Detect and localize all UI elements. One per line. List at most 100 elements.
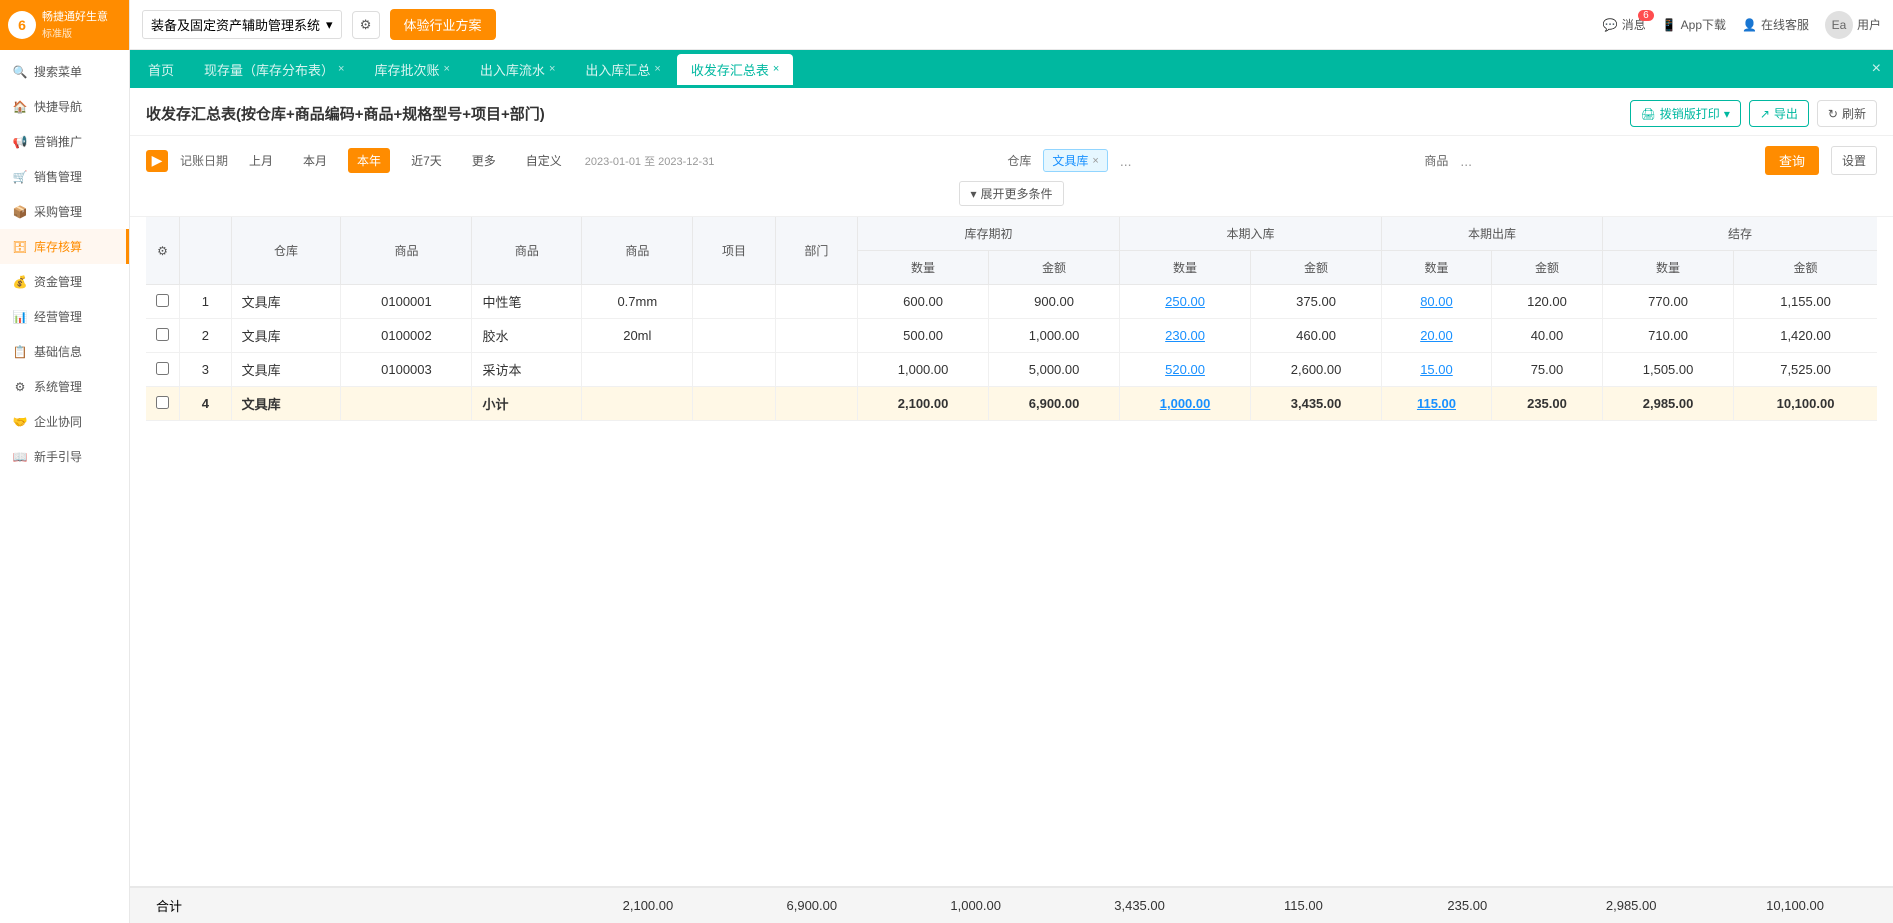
row-checkbox-2[interactable] bbox=[146, 353, 180, 387]
filter-row-2: ▾ 展开更多条件 bbox=[146, 181, 1877, 206]
user-label: 用户 bbox=[1857, 16, 1881, 33]
sidebar-item-guide[interactable]: 📖 新手引导 bbox=[0, 439, 129, 474]
row-in-amt-2: 2,600.00 bbox=[1251, 353, 1382, 387]
sidebar-item-quicknav[interactable]: 🏠 快捷导航 bbox=[0, 89, 129, 124]
sidebar-item-search[interactable]: 🔍 搜索菜单 bbox=[0, 54, 129, 89]
row-no-3: 4 bbox=[180, 387, 232, 421]
settings-gear-button[interactable]: ⚙ bbox=[352, 11, 380, 39]
date-btn-custom[interactable]: 自定义 bbox=[517, 148, 571, 173]
row-no-2: 3 bbox=[180, 353, 232, 387]
date-btn-this-month[interactable]: 本月 bbox=[294, 148, 336, 173]
close-panel-button[interactable]: × bbox=[1864, 60, 1889, 78]
row-out-qty-1[interactable]: 20.00 bbox=[1382, 319, 1492, 353]
sidebar-item-inventory[interactable]: 🗄 库存核算 bbox=[0, 229, 129, 264]
row-out-amt-0: 120.00 bbox=[1491, 285, 1602, 319]
date-btn-this-year[interactable]: 本年 bbox=[348, 148, 390, 173]
col-opening-amt: 金额 bbox=[989, 251, 1120, 285]
app-title-dropdown[interactable]: 装备及固定资产辅助管理系统 ▾ bbox=[142, 10, 342, 39]
tab-close-inout-summary[interactable]: × bbox=[654, 64, 660, 75]
sidebar-logo: 6 畅捷通好生意 标准版 bbox=[0, 0, 129, 50]
row-code-2: 0100003 bbox=[341, 353, 472, 387]
tab-close-recv-send-summary[interactable]: × bbox=[773, 64, 779, 75]
sidebar-item-marketing[interactable]: 📢 营销推广 bbox=[0, 124, 129, 159]
sidebar-item-basic[interactable]: 📋 基础信息 bbox=[0, 334, 129, 369]
row-checkbox-0[interactable] bbox=[146, 285, 180, 319]
row-project-2 bbox=[693, 353, 775, 387]
row-in-qty-0[interactable]: 250.00 bbox=[1120, 285, 1251, 319]
total-out-amt: 235.00 bbox=[1385, 898, 1549, 913]
table-row: 1 文具库 0100001 中性笔 0.7mm 600.00 900.00 25… bbox=[146, 285, 1877, 319]
tab-inventory-distribution[interactable]: 现存量（库存分布表）× bbox=[190, 54, 358, 85]
logo-title: 畅捷通好生意 bbox=[42, 10, 108, 24]
refresh-button[interactable]: ↻ 刷新 bbox=[1817, 100, 1877, 127]
tab-recv-send-summary[interactable]: 收发存汇总表× bbox=[677, 54, 793, 85]
sidebar-item-sales[interactable]: 🛒 销售管理 bbox=[0, 159, 129, 194]
tab-close-batch-ledger[interactable]: × bbox=[443, 64, 449, 75]
expand-button[interactable]: ▾ 展开更多条件 bbox=[959, 181, 1063, 206]
user-avatar: Ea bbox=[1825, 11, 1853, 39]
settings-column-header[interactable]: ⚙ bbox=[146, 217, 180, 285]
table-row: 2 文具库 0100002 胶水 20ml 500.00 1,000.00 23… bbox=[146, 319, 1877, 353]
enterprise-icon: 🤝 bbox=[12, 414, 28, 430]
row-balance-amt-0: 1,155.00 bbox=[1734, 285, 1877, 319]
row-out-qty-2[interactable]: 15.00 bbox=[1382, 353, 1492, 387]
warehouse-label: 仓库 bbox=[1007, 152, 1031, 169]
export-button[interactable]: ↗ 导出 bbox=[1749, 100, 1809, 127]
row-in-amt-1: 460.00 bbox=[1251, 319, 1382, 353]
sidebar-item-purchase[interactable]: 📦 采购管理 bbox=[0, 194, 129, 229]
row-out-qty-3[interactable]: 115.00 bbox=[1382, 387, 1492, 421]
table-container: ⚙ 仓库 商品 商品 商品 项目 部门 库存期初 本期入库 本期出库 结存 bbox=[130, 217, 1893, 886]
warehouse-tag[interactable]: 文具库 × bbox=[1043, 149, 1107, 172]
date-btn-more[interactable]: 更多 bbox=[463, 148, 505, 173]
tab-close-inout-flow[interactable]: × bbox=[549, 64, 555, 75]
row-in-qty-3[interactable]: 1,000.00 bbox=[1120, 387, 1251, 421]
experience-button[interactable]: 体验行业方案 bbox=[390, 9, 496, 40]
row-in-qty-1[interactable]: 230.00 bbox=[1120, 319, 1251, 353]
column-settings-icon[interactable]: ⚙ bbox=[157, 244, 168, 258]
tab-batch-ledger[interactable]: 库存批次账× bbox=[360, 54, 463, 85]
row-out-amt-3: 235.00 bbox=[1491, 387, 1602, 421]
filter-arrow-button[interactable]: ▶ bbox=[146, 150, 168, 172]
sidebar-item-label: 系统管理 bbox=[34, 378, 82, 395]
row-in-qty-2[interactable]: 520.00 bbox=[1120, 353, 1251, 387]
tab-close-inventory-distribution[interactable]: × bbox=[338, 64, 344, 75]
top-header: 装备及固定资产辅助管理系统 ▾ ⚙ 体验行业方案 💬 消息 6 📱 App下载 … bbox=[130, 0, 1893, 50]
online-service-button[interactable]: 👤 在线客服 bbox=[1742, 16, 1809, 33]
col-balance-amt: 金额 bbox=[1734, 251, 1877, 285]
total-label: 合计 bbox=[156, 896, 182, 915]
col-in-qty: 数量 bbox=[1120, 251, 1251, 285]
tab-home[interactable]: 首页 bbox=[134, 54, 188, 85]
set-button[interactable]: 设置 bbox=[1831, 146, 1877, 175]
app-download-button[interactable]: 📱 App下载 bbox=[1662, 16, 1726, 33]
tab-inout-summary[interactable]: 出入库汇总× bbox=[571, 54, 674, 85]
sidebar-item-label: 搜索菜单 bbox=[34, 63, 82, 80]
quicknav-icon: 🏠 bbox=[12, 99, 28, 115]
col-in-amt: 金额 bbox=[1251, 251, 1382, 285]
row-checkbox-3[interactable] bbox=[146, 387, 180, 421]
tab-inout-flow[interactable]: 出入库流水 × bbox=[466, 54, 569, 85]
print-button[interactable]: 🖨 拨销版打印 ▾ bbox=[1630, 100, 1741, 127]
sidebar-item-finance[interactable]: 💰 资金管理 bbox=[0, 264, 129, 299]
warehouse-ellipsis[interactable]: ... bbox=[1120, 153, 1132, 169]
messages-button[interactable]: 💬 消息 6 bbox=[1603, 16, 1646, 33]
tab-label: 出入库流水 bbox=[480, 60, 545, 79]
user-menu-button[interactable]: Ea 用户 bbox=[1825, 11, 1881, 39]
total-in-qty: 1,000.00 bbox=[894, 898, 1058, 913]
row-checkbox-1[interactable] bbox=[146, 319, 180, 353]
sidebar-item-system[interactable]: ⚙ 系统管理 bbox=[0, 369, 129, 404]
col-group-opening: 库存期初 bbox=[858, 217, 1120, 251]
goods-ellipsis[interactable]: ... bbox=[1460, 153, 1472, 169]
expand-icon: ▾ bbox=[970, 187, 976, 201]
row-out-qty-0[interactable]: 80.00 bbox=[1382, 285, 1492, 319]
sidebar-item-enterprise[interactable]: 🤝 企业协同 bbox=[0, 404, 129, 439]
date-btn-7days[interactable]: 近7天 bbox=[402, 148, 451, 173]
total-row: 合计 2,100.00 6,900.00 1,000.00 3,435.00 1… bbox=[146, 896, 1877, 915]
row-out-amt-1: 40.00 bbox=[1491, 319, 1602, 353]
sidebar-item-operation[interactable]: 📊 经营管理 bbox=[0, 299, 129, 334]
date-btn-last-month[interactable]: 上月 bbox=[240, 148, 282, 173]
date-label: 记账日期 bbox=[180, 152, 228, 169]
sidebar-item-label: 经营管理 bbox=[34, 308, 82, 325]
row-spec-3 bbox=[582, 387, 693, 421]
warehouse-tag-close[interactable]: × bbox=[1092, 155, 1098, 167]
query-button[interactable]: 查询 bbox=[1765, 146, 1819, 175]
